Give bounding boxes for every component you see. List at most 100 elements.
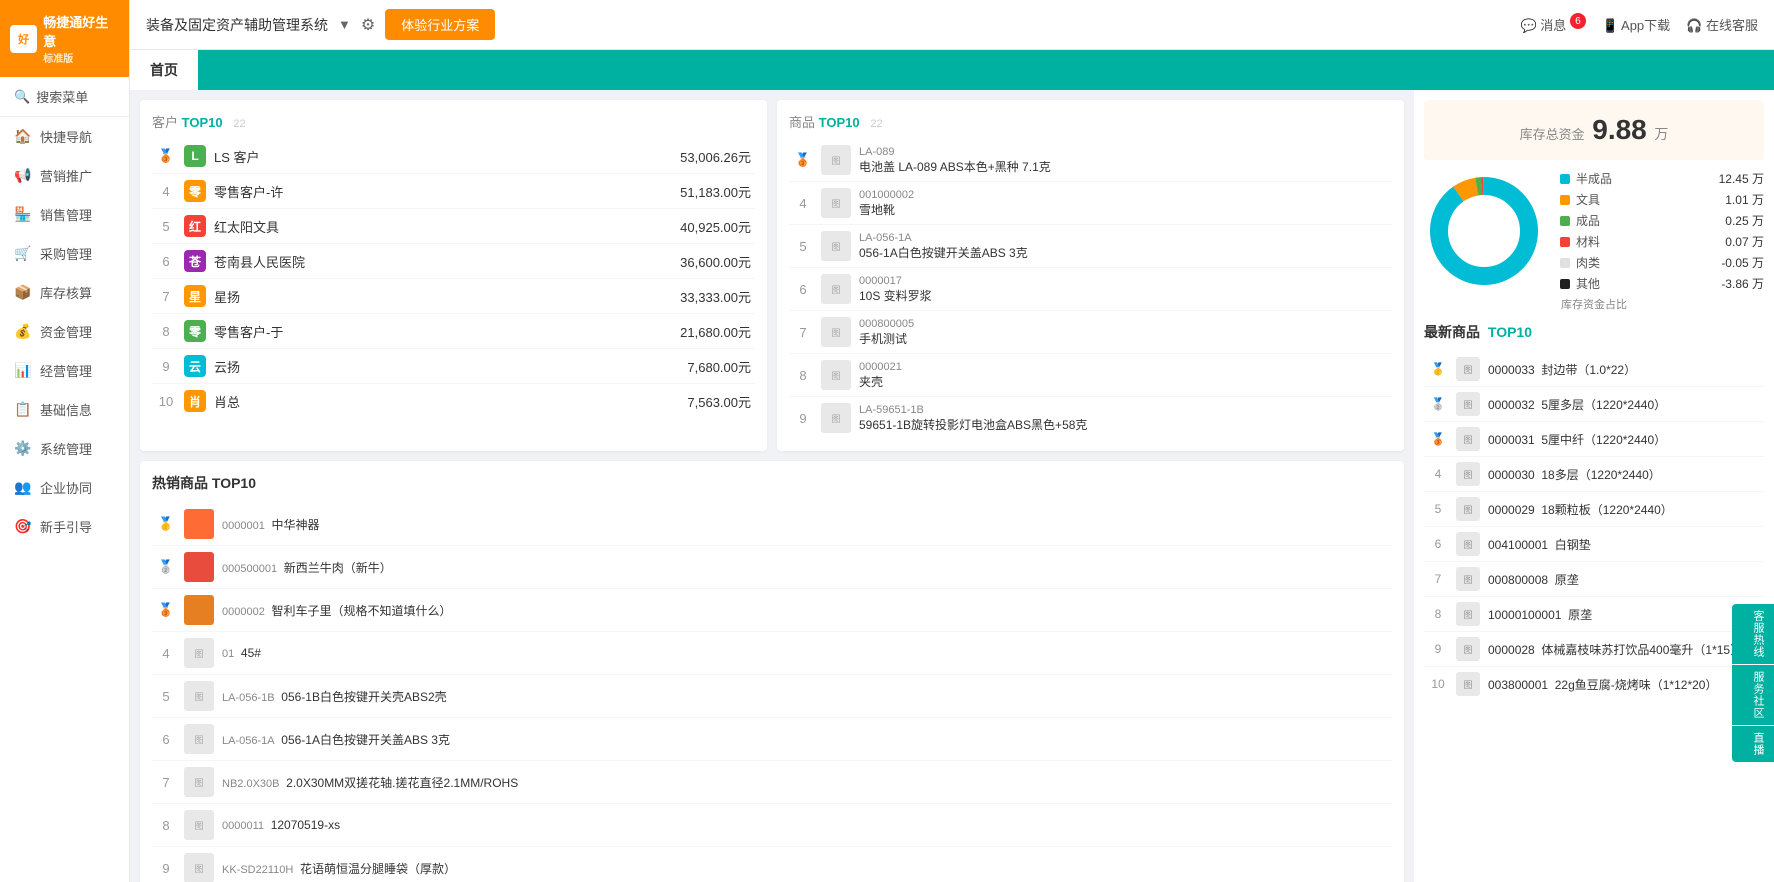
rank-number: 9 (156, 359, 176, 374)
nav-label-inventory: 库存核算 (40, 283, 92, 302)
sidebar-item-sales[interactable]: 🏪 销售管理 (0, 195, 129, 234)
system-title: 装备及固定资产辅助管理系统 (146, 15, 328, 35)
sidebar-item-quick-nav[interactable]: 🏠 快捷导航 (0, 117, 129, 156)
search-menu-item[interactable]: 🔍 搜索菜单 (0, 77, 129, 117)
product-code: LA-089 (859, 146, 1388, 158)
float-btn-live[interactable]: 直播 (1732, 726, 1774, 762)
collab-icon: 👥 (14, 479, 32, 496)
product-thumbnail: 图 (821, 403, 851, 433)
product-thumbnail (184, 595, 214, 625)
customer-name: 星扬 (214, 287, 672, 306)
rank-number: 7 (793, 325, 813, 340)
rank-badge: 云 (184, 355, 206, 377)
product-thumbnail: 图 (184, 638, 214, 668)
customer-rank-row-10: 10 肖 肖总 7,563.00元 (152, 384, 755, 418)
nav-label-sales: 销售管理 (40, 205, 92, 224)
customer-name: 红太阳文具 (214, 217, 672, 236)
product-info: 000800005 手机测试 (859, 318, 1388, 347)
hot-product-row-8: 8 图 0000011 12070519-xs (152, 804, 1392, 847)
search-icon: 🔍 (14, 89, 30, 105)
rank-number: 8 (156, 324, 176, 339)
legend-row-5: 肉类 -0.05 万 (1560, 254, 1764, 271)
float-btn-community[interactable]: 服务社区 (1732, 665, 1774, 725)
inventory-chart-area: 半成品 12.45 万 文具 1.01 万 成品 0.25 万 (1424, 170, 1764, 292)
rank-number: 9 (793, 411, 813, 426)
messages-link[interactable]: 💬 消息 6 (1520, 15, 1585, 34)
product-thumbnail: 图 (1456, 357, 1480, 381)
nav-label-quick-nav: 快捷导航 (40, 127, 92, 146)
tab-home[interactable]: 首页 (130, 50, 198, 90)
sidebar-item-basic-info[interactable]: 📋 基础信息 (0, 390, 129, 429)
rank-number: 6 (156, 254, 176, 269)
rank-badge: 零 (184, 320, 206, 342)
nav-label-purchase: 采购管理 (40, 244, 92, 263)
legend-value: 0.07 万 (1725, 233, 1764, 250)
sidebar-item-collab[interactable]: 👥 企业协同 (0, 468, 129, 507)
product-name: 0000032 5厘多层（1220*2440） (1488, 396, 1760, 413)
inventory-total-box: 库存总资金 9.88 万 (1424, 100, 1764, 160)
messages-badge: 6 (1570, 13, 1586, 29)
main-area: 装备及固定资产辅助管理系统 ▼ ⚙ 体验行业方案 💬 消息 6 📱 App下载 … (130, 0, 1774, 882)
customer-amount: 7,563.00元 (687, 392, 751, 411)
float-btn-service[interactable]: 客服热线 (1732, 604, 1774, 664)
customer-name: LS 客户 (214, 147, 672, 166)
legend-value: 1.01 万 (1725, 191, 1764, 208)
product-info: LA-056-1A 056-1A白色按键开关盖ABS 3克 (222, 731, 1388, 748)
inventory-unit: 万 (1654, 126, 1668, 142)
customer-name: 零售客户-许 (214, 182, 672, 201)
sidebar-item-marketing[interactable]: 📢 营销推广 (0, 156, 129, 195)
sidebar-item-purchase[interactable]: 🛒 采购管理 (0, 234, 129, 273)
nav-label-operations: 经营管理 (40, 361, 92, 380)
legend-row-2: 文具 1.01 万 (1560, 191, 1764, 208)
sidebar-item-operations[interactable]: 📊 经营管理 (0, 351, 129, 390)
topbar-right: 💬 消息 6 📱 App下载 🎧 在线客服 (1520, 15, 1758, 34)
product-code: LA-056-1A (859, 232, 1388, 244)
trial-button[interactable]: 体验行业方案 (385, 9, 495, 40)
product-thumbnail: 图 (821, 231, 851, 261)
product-row-4: 4 图 001000002 雪地靴 (789, 182, 1392, 225)
new-product-row-8: 8 图 10000100001 原垄 (1424, 597, 1764, 632)
rank-number: 8 (793, 368, 813, 383)
sales-icon: 🏪 (14, 206, 32, 223)
legend-value: 12.45 万 (1719, 170, 1764, 187)
messages-label: 消息 (1540, 18, 1566, 33)
right-column: 库存总资金 9.88 万 (1414, 90, 1774, 882)
product-thumbnail: 图 (184, 724, 214, 754)
sidebar-item-system[interactable]: ⚙️ 系统管理 (0, 429, 129, 468)
product-info: 0000002 智利车子里（规格不知道填什么） (222, 602, 1388, 619)
customer-name: 肖总 (214, 392, 679, 411)
inventory-label: 库存总资金 (1520, 127, 1585, 142)
system-dropdown-icon[interactable]: ▼ (338, 17, 351, 32)
rank-number: 🥉 (793, 152, 813, 168)
nav-label-marketing: 营销推广 (40, 166, 92, 185)
sidebar-item-finance[interactable]: 💰 资金管理 (0, 312, 129, 351)
legend-row-4: 材料 0.07 万 (1560, 233, 1764, 250)
product-name: 0000028 体械嘉枝味苏打饮品400毫升（1*15） (1488, 641, 1760, 658)
sidebar-item-guide[interactable]: 🎯 新手引导 (0, 507, 129, 546)
legend-value: 0.25 万 (1725, 212, 1764, 229)
guide-icon: 🎯 (14, 518, 32, 535)
hot-products-card: 热销商品 TOP10 🥇 0000001 中华神器 🥈 000500001 新西… (140, 461, 1404, 882)
home-icon: 🏠 (14, 128, 32, 145)
legend-row-6: 其他 -3.86 万 (1560, 275, 1764, 292)
sidebar-item-inventory[interactable]: 📦 库存核算 (0, 273, 129, 312)
inventory-icon: 📦 (14, 284, 32, 301)
product-thumbnail: 图 (821, 317, 851, 347)
customer-rank-row-9: 9 云 云扬 7,680.00元 (152, 349, 755, 384)
customer-rank-row-3: 🥉 L LS 客户 53,006.26元 (152, 139, 755, 174)
product-name: 电池盖 LA-089 ABS本色+黑种 7.1克 (859, 158, 1388, 175)
nav-label-system: 系统管理 (40, 439, 92, 458)
app-download-link[interactable]: 📱 App下载 (1602, 15, 1670, 34)
product-name: 手机测试 (859, 330, 1388, 347)
donut-chart (1424, 171, 1544, 291)
online-service-link[interactable]: 🎧 在线客服 (1686, 15, 1758, 34)
basic-info-icon: 📋 (14, 401, 32, 418)
settings-icon[interactable]: ⚙ (361, 15, 375, 35)
product-info: LA-089 电池盖 LA-089 ABS本色+黑种 7.1克 (859, 146, 1388, 175)
hot-product-row-4: 4 图 01 45# (152, 632, 1392, 675)
product-info: 001000002 雪地靴 (859, 189, 1388, 218)
hot-products-title: 热销商品 TOP10 (152, 473, 1392, 493)
product-name: 004100001 白钢垫 (1488, 536, 1760, 553)
product-thumbnail: 图 (1456, 392, 1480, 416)
customer-rank-row-5: 5 红 红太阳文具 40,925.00元 (152, 209, 755, 244)
